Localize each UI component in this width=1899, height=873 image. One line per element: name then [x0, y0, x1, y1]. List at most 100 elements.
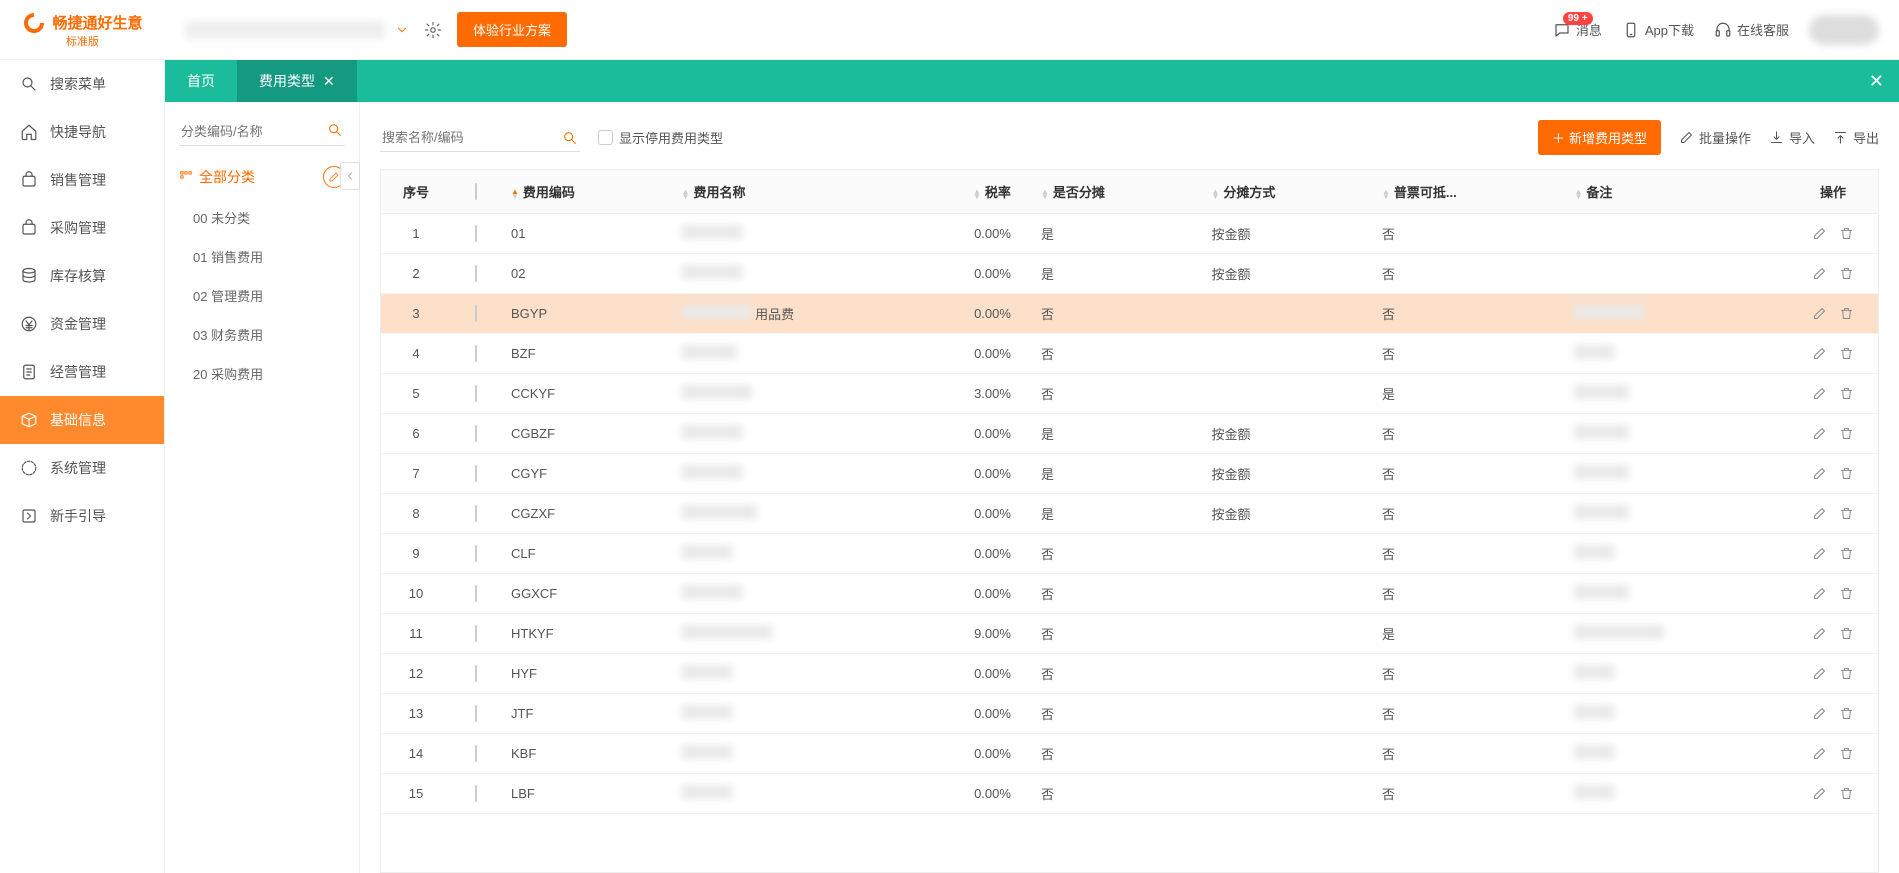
online-service-button[interactable]: 在线客服	[1714, 20, 1789, 39]
edit-row-icon[interactable]	[1812, 226, 1827, 241]
delete-row-icon[interactable]	[1839, 386, 1854, 401]
delete-row-icon[interactable]	[1839, 786, 1854, 801]
table-row[interactable]: 4 BZF 0.00% 否 否	[381, 334, 1878, 374]
sidebar-item-business[interactable]: 经营管理	[0, 348, 164, 396]
col-remark[interactable]: 备注	[1564, 170, 1788, 214]
row-checkbox[interactable]	[475, 345, 477, 362]
export-button[interactable]: 导出	[1833, 128, 1879, 147]
delete-row-icon[interactable]	[1839, 466, 1854, 481]
edit-row-icon[interactable]	[1812, 346, 1827, 361]
delete-row-icon[interactable]	[1839, 266, 1854, 281]
add-expense-type-button[interactable]: ＋ 新增费用类型	[1538, 120, 1661, 155]
table-search-input[interactable]	[380, 124, 580, 152]
category-item[interactable]: 20 采购费用	[193, 354, 359, 393]
col-code[interactable]: 费用编码	[501, 170, 672, 214]
delete-row-icon[interactable]	[1839, 626, 1854, 641]
sidebar-item-funds[interactable]: 资金管理	[0, 300, 164, 348]
category-item[interactable]: 03 财务费用	[193, 315, 359, 354]
select-all-checkbox[interactable]	[475, 183, 477, 200]
row-checkbox[interactable]	[475, 585, 477, 602]
col-deduct[interactable]: 普票可抵...	[1372, 170, 1565, 214]
edit-row-icon[interactable]	[1812, 666, 1827, 681]
edit-row-icon[interactable]	[1812, 546, 1827, 561]
message-button[interactable]: 99 + 消息	[1553, 20, 1602, 39]
table-row[interactable]: 1 01 0.00% 是 按金额 否	[381, 214, 1878, 254]
category-search-input[interactable]	[179, 118, 345, 146]
table-row[interactable]: 9 CLF 0.00% 否 否	[381, 534, 1878, 574]
sidebar-item-quick[interactable]: 快捷导航	[0, 108, 164, 156]
category-item[interactable]: 00 未分类	[193, 198, 359, 237]
table-row[interactable]: 3 BGYP 用品费 0.00% 否 否	[381, 294, 1878, 334]
delete-row-icon[interactable]	[1839, 706, 1854, 721]
row-checkbox[interactable]	[475, 705, 477, 722]
row-checkbox[interactable]	[475, 305, 477, 322]
delete-row-icon[interactable]	[1839, 506, 1854, 521]
sidebar-item-inventory[interactable]: 库存核算	[0, 252, 164, 300]
table-row[interactable]: 5 CCKYF 3.00% 否 是	[381, 374, 1878, 414]
company-selector[interactable]	[185, 21, 409, 39]
sidebar-item-search[interactable]: 搜索菜单	[0, 60, 164, 108]
settings-icon[interactable]	[424, 21, 442, 39]
close-all-tabs-icon[interactable]: ✕	[1854, 71, 1899, 92]
col-checkbox[interactable]	[451, 170, 501, 214]
sidebar-item-sales[interactable]: 销售管理	[0, 156, 164, 204]
table-row[interactable]: 2 02 0.00% 是 按金额 否	[381, 254, 1878, 294]
edit-row-icon[interactable]	[1812, 386, 1827, 401]
edit-row-icon[interactable]	[1812, 426, 1827, 441]
table-row[interactable]: 13 JTF 0.00% 否 否	[381, 694, 1878, 734]
tab-home[interactable]: 首页	[165, 60, 237, 102]
edit-row-icon[interactable]	[1812, 466, 1827, 481]
delete-row-icon[interactable]	[1839, 746, 1854, 761]
col-rate[interactable]: 税率	[941, 170, 1031, 214]
table-row[interactable]: 6 CGBZF 0.00% 是 按金额 否	[381, 414, 1878, 454]
col-allocate[interactable]: 是否分摊	[1031, 170, 1202, 214]
checkbox-icon[interactable]	[598, 130, 613, 145]
row-checkbox[interactable]	[475, 785, 477, 802]
import-button[interactable]: 导入	[1769, 128, 1815, 147]
table-row[interactable]: 7 CGYF 0.00% 是 按金额 否	[381, 454, 1878, 494]
row-checkbox[interactable]	[475, 265, 477, 282]
search-icon[interactable]	[562, 130, 578, 146]
col-method[interactable]: 分摊方式	[1201, 170, 1372, 214]
row-checkbox[interactable]	[475, 425, 477, 442]
row-checkbox[interactable]	[475, 665, 477, 682]
table-row[interactable]: 11 HTKYF 9.00% 否 是	[381, 614, 1878, 654]
tab-close-icon[interactable]: ✕	[323, 73, 335, 90]
show-disabled-checkbox[interactable]: 显示停用费用类型	[598, 128, 723, 147]
avatar[interactable]	[1809, 15, 1879, 45]
edit-row-icon[interactable]	[1812, 626, 1827, 641]
category-item[interactable]: 02 管理费用	[193, 276, 359, 315]
batch-operation-button[interactable]: 批量操作	[1679, 128, 1751, 147]
row-checkbox[interactable]	[475, 505, 477, 522]
row-checkbox[interactable]	[475, 625, 477, 642]
experience-button[interactable]: 体验行业方案	[457, 12, 567, 47]
search-icon[interactable]	[327, 122, 343, 138]
row-checkbox[interactable]	[475, 225, 477, 242]
edit-row-icon[interactable]	[1812, 786, 1827, 801]
col-name[interactable]: 费用名称	[672, 170, 941, 214]
delete-row-icon[interactable]	[1839, 346, 1854, 361]
table-row[interactable]: 8 CGZXF 0.00% 是 按金额 否	[381, 494, 1878, 534]
sidebar-item-system[interactable]: 系统管理	[0, 444, 164, 492]
row-checkbox[interactable]	[475, 385, 477, 402]
edit-row-icon[interactable]	[1812, 746, 1827, 761]
delete-row-icon[interactable]	[1839, 426, 1854, 441]
collapse-handle[interactable]	[340, 162, 360, 190]
delete-row-icon[interactable]	[1839, 306, 1854, 321]
category-header[interactable]: 全部分类	[165, 152, 359, 198]
table-row[interactable]: 14 KBF 0.00% 否 否	[381, 734, 1878, 774]
sidebar-item-guide[interactable]: 新手引导	[0, 492, 164, 540]
table-row[interactable]: 10 GGXCF 0.00% 否 否	[381, 574, 1878, 614]
delete-row-icon[interactable]	[1839, 226, 1854, 241]
app-download-button[interactable]: App下载	[1622, 20, 1694, 39]
sidebar-item-purchase[interactable]: 采购管理	[0, 204, 164, 252]
edit-row-icon[interactable]	[1812, 506, 1827, 521]
row-checkbox[interactable]	[475, 545, 477, 562]
edit-row-icon[interactable]	[1812, 586, 1827, 601]
table-wrap[interactable]: 序号 费用编码 费用名称 税率 是否分摊 分摊方式 普票可抵... 备注 操作	[380, 169, 1879, 873]
edit-row-icon[interactable]	[1812, 266, 1827, 281]
category-item[interactable]: 01 销售费用	[193, 237, 359, 276]
col-seq[interactable]: 序号	[381, 170, 451, 214]
sidebar-item-base[interactable]: 基础信息	[0, 396, 164, 444]
delete-row-icon[interactable]	[1839, 546, 1854, 561]
